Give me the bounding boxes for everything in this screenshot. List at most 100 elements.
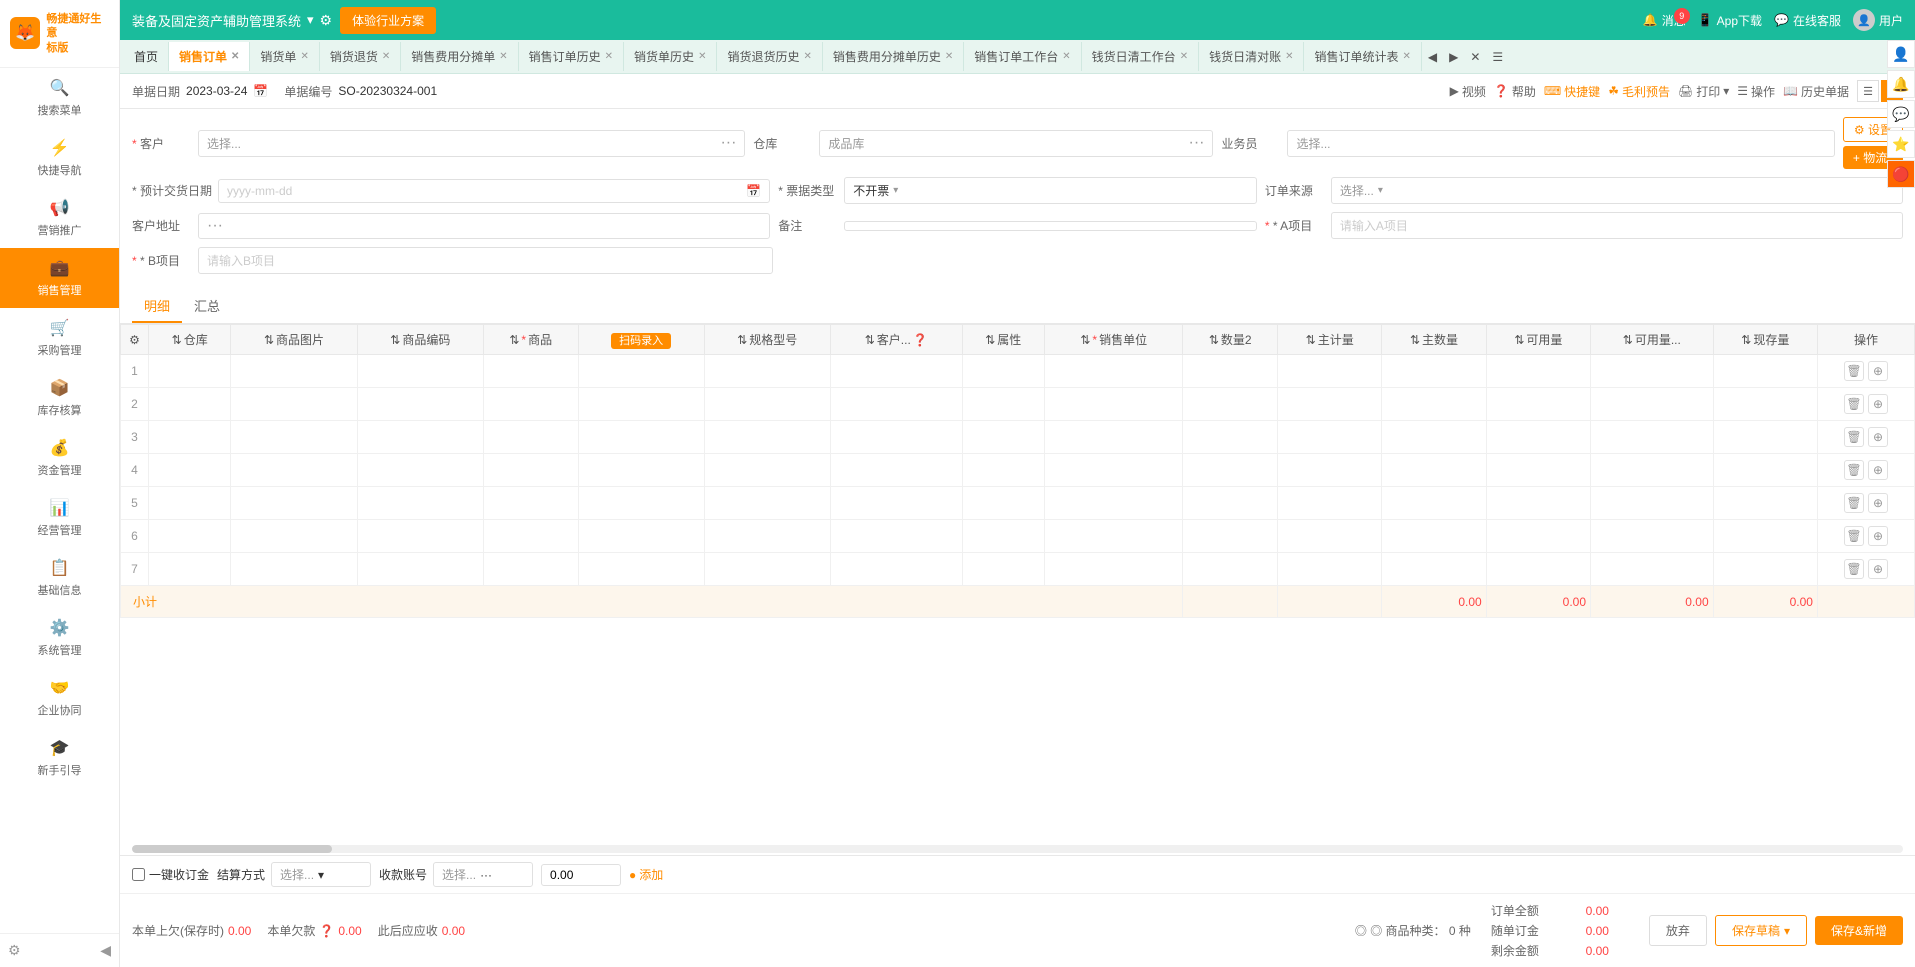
system-dropdown-arrow[interactable]: ▾ [307, 12, 314, 28]
sidebar-item-finance[interactable]: 💰 资金管理 [0, 428, 119, 488]
row2-spec[interactable] [704, 388, 830, 421]
customer-more-icon[interactable]: ··· [720, 135, 736, 151]
row5-copy-btn[interactable]: ⊕ [1868, 493, 1888, 513]
tab-summary[interactable]: 汇总 [182, 290, 232, 323]
sidebar-item-beginner[interactable]: 🎓 新手引导 [0, 728, 119, 788]
row4-delete-btn[interactable]: 🗑 [1844, 460, 1864, 480]
calendar-icon[interactable]: 📅 [253, 84, 268, 98]
row2-delete-btn[interactable]: 🗑 [1844, 394, 1864, 414]
notification-item[interactable]: 🔔 消息 9 [1643, 12, 1686, 29]
print-action[interactable]: 🖨 打印 ▾ [1678, 83, 1729, 100]
row2-main-qty[interactable] [1382, 388, 1486, 421]
save-draft-button[interactable]: 保存草稿 ▾ [1715, 915, 1807, 946]
row7-copy-btn[interactable]: ⊕ [1868, 559, 1888, 579]
view-action[interactable]: ▶ 视频 [1450, 83, 1486, 100]
sidebar-item-shortcut[interactable]: ⚡ 快捷导航 [0, 128, 119, 188]
tab-nav-prev[interactable]: ◀ [1422, 46, 1443, 68]
profit-action[interactable]: ☘ 毛利预告 [1608, 83, 1670, 100]
solution-button[interactable]: 体验行业方案 [340, 7, 436, 34]
project-b-input[interactable]: 请输入B项目 [198, 247, 773, 274]
row4-copy-btn[interactable]: ⊕ [1868, 460, 1888, 480]
row1-current-stock[interactable] [1713, 355, 1817, 388]
close-sales-order-tab[interactable]: ✕ [231, 51, 239, 62]
row5-delete-btn[interactable]: 🗑 [1844, 493, 1864, 513]
row1-copy-btn[interactable]: ⊕ [1868, 361, 1888, 381]
account-more-icon[interactable]: ··· [480, 868, 492, 882]
customer-input[interactable]: 选择... ··· [198, 130, 745, 157]
row1-product-img[interactable] [231, 355, 357, 388]
sidebar-item-marketing[interactable]: 📢 营销推广 [0, 188, 119, 248]
row2-current-stock[interactable] [1713, 388, 1817, 421]
tab-nav-menu[interactable]: ☰ [1486, 46, 1509, 68]
tab-cash-reconcile[interactable]: 钱货日清对账 ✕ [1199, 42, 1304, 71]
row3-delete-btn[interactable]: 🗑 [1844, 427, 1864, 447]
close-cash-workbench-tab[interactable]: ✕ [1180, 51, 1188, 62]
sidebar-item-purchase[interactable]: 🛒 采购管理 [0, 308, 119, 368]
row6-delete-btn[interactable]: 🗑 [1844, 526, 1864, 546]
row2-attributes[interactable] [962, 388, 1044, 421]
right-panel-chat-icon[interactable]: 💬 [1887, 100, 1915, 128]
tab-sales-stats[interactable]: 销售订单统计表 ✕ [1304, 42, 1421, 71]
invoice-type-select[interactable]: 不开票 ▾ [844, 177, 1257, 204]
tab-sales-order-history[interactable]: 销售订单历史 ✕ [519, 42, 624, 71]
account-select[interactable]: 选择... ··· [433, 862, 533, 887]
right-panel-bell-icon[interactable]: 🔔 [1887, 70, 1915, 98]
operations-action[interactable]: ☰ 操作 [1737, 83, 1775, 100]
right-panel-alert-icon[interactable]: 🔴 [1887, 160, 1915, 188]
help-action[interactable]: ❓ 帮助 [1494, 83, 1536, 100]
sidebar-item-system[interactable]: ⚙️ 系统管理 [0, 608, 119, 668]
warehouse-more-icon[interactable]: ··· [1189, 135, 1205, 151]
warehouse-input[interactable]: 成品库 ··· [819, 130, 1213, 157]
close-expense-history-tab[interactable]: ✕ [945, 51, 953, 62]
right-panel-star-icon[interactable]: ⭐ [1887, 130, 1915, 158]
save-new-button[interactable]: 保存&新增 [1815, 916, 1903, 945]
tab-expense-history[interactable]: 销售费用分摊单历史 ✕ [823, 42, 964, 71]
close-sales-invoice-tab[interactable]: ✕ [300, 51, 308, 62]
app-download-item[interactable]: 📱 App下载 [1698, 12, 1762, 29]
row1-product[interactable] [483, 355, 578, 388]
shortcut-action[interactable]: ⌨ 快捷键 [1544, 83, 1600, 100]
close-sales-return-history-tab[interactable]: ✕ [803, 51, 811, 62]
tab-sales-workbench[interactable]: 销售订单工作台 ✕ [964, 42, 1081, 71]
row1-main-unit[interactable] [1278, 355, 1382, 388]
row2-available[interactable] [1486, 388, 1590, 421]
row2-copy-btn[interactable]: ⊕ [1868, 394, 1888, 414]
collapse-icon[interactable]: ◀ [100, 942, 111, 959]
close-sales-workbench-tab[interactable]: ✕ [1062, 51, 1070, 62]
close-sales-return-tab[interactable]: ✕ [382, 51, 390, 62]
tab-sales-return-history[interactable]: 销货退货历史 ✕ [717, 42, 822, 71]
settle-method-select[interactable]: 选择... ▾ [271, 862, 371, 887]
save-draft-arrow[interactable]: ▾ [1784, 924, 1790, 938]
row2-qty2[interactable] [1183, 388, 1278, 421]
col-settings[interactable]: ⚙ [121, 325, 149, 355]
row1-product-code[interactable] [357, 355, 483, 388]
row7-delete-btn[interactable]: 🗑 [1844, 559, 1864, 579]
row1-customer-code[interactable] [830, 355, 962, 388]
tab-sales-invoice[interactable]: 销货单 ✕ [250, 42, 319, 71]
expected-date-input[interactable]: yyyy-mm-dd 📅 [218, 179, 770, 203]
sidebar-item-sales[interactable]: 💼 销售管理 [0, 248, 119, 308]
row6-copy-btn[interactable]: ⊕ [1868, 526, 1888, 546]
note-input[interactable] [844, 221, 1257, 231]
row2-product[interactable] [483, 388, 578, 421]
row3-warehouse[interactable] [149, 421, 231, 454]
row1-warehouse[interactable] [149, 355, 231, 388]
row2-available2[interactable] [1591, 388, 1714, 421]
row1-available2[interactable] [1591, 355, 1714, 388]
close-sales-invoice-history-tab[interactable]: ✕ [698, 51, 706, 62]
tab-detail[interactable]: 明细 [132, 290, 182, 323]
add-payment-btn[interactable]: ● 添加 [629, 866, 663, 883]
tab-sales-return[interactable]: 销货退货 ✕ [320, 42, 401, 71]
sidebar-item-enterprise[interactable]: 🤝 企业协同 [0, 668, 119, 728]
sidebar-item-basic-info[interactable]: 📋 基础信息 [0, 548, 119, 608]
tab-home[interactable]: 首页 [124, 42, 169, 71]
close-cash-reconcile-tab[interactable]: ✕ [1285, 51, 1293, 62]
tab-nav-close[interactable]: ✕ [1464, 46, 1486, 68]
tab-sales-expense[interactable]: 销售费用分摊单 ✕ [401, 42, 518, 71]
address-more-icon[interactable]: ··· [207, 218, 223, 234]
table-scrollbar[interactable] [132, 845, 1903, 853]
close-sales-order-history-tab[interactable]: ✕ [605, 51, 613, 62]
right-panel-user-icon[interactable]: 👤 [1887, 40, 1915, 68]
row1-sales-unit[interactable] [1044, 355, 1182, 388]
row2-customer-code[interactable] [830, 388, 962, 421]
